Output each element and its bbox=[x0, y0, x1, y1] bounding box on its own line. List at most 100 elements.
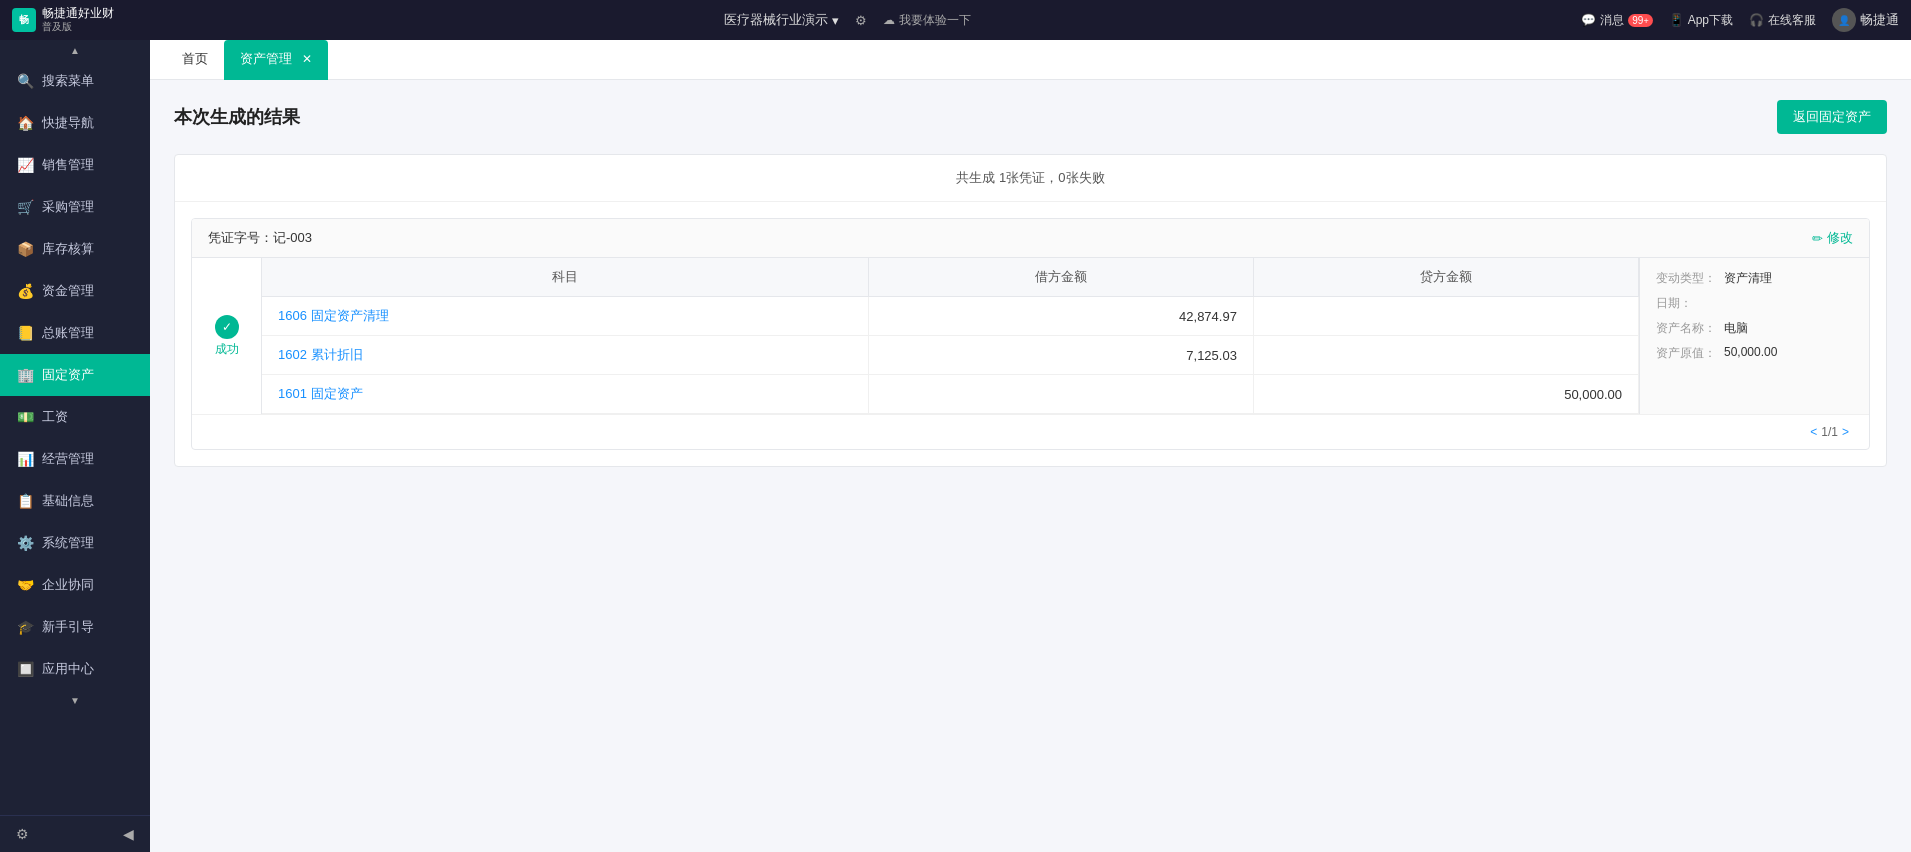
logo-area: 畅 畅捷通好业财 普及版 bbox=[12, 6, 114, 34]
logo-sub: 普及版 bbox=[42, 20, 114, 34]
sidebar-item-sales[interactable]: 📈 销售管理 bbox=[0, 144, 150, 186]
row3-credit: 50,000.00 bbox=[1253, 375, 1638, 414]
sales-icon: 📈 bbox=[16, 156, 34, 174]
tab-home-label: 首页 bbox=[182, 50, 208, 68]
tab-home[interactable]: 首页 bbox=[166, 40, 224, 80]
sidebar-item-payroll[interactable]: 💵 工资 bbox=[0, 396, 150, 438]
row1-debit: 42,874.97 bbox=[868, 297, 1253, 336]
row2-debit: 7,125.03 bbox=[868, 336, 1253, 375]
date-label: 日期： bbox=[1656, 295, 1692, 312]
app-download-action[interactable]: 📱 App下载 bbox=[1669, 12, 1733, 29]
experience-button[interactable]: ☁ 我要体验一下 bbox=[883, 12, 971, 29]
dropdown-icon: ▾ bbox=[832, 13, 839, 28]
finance-icon: 💰 bbox=[16, 282, 34, 300]
sidebar-item-label: 工资 bbox=[42, 408, 68, 426]
return-button[interactable]: 返回固定资产 bbox=[1777, 100, 1887, 134]
sidebar-item-label: 搜索菜单 bbox=[42, 72, 94, 90]
sidebar-item-search[interactable]: 🔍 搜索菜单 bbox=[0, 60, 150, 102]
user-area[interactable]: 👤 畅捷通 bbox=[1832, 8, 1899, 32]
header-right: 💬 消息 99+ 📱 App下载 🎧 在线客服 👤 畅捷通 bbox=[1581, 8, 1899, 32]
next-page-button[interactable]: > bbox=[1842, 425, 1849, 439]
online-service-label: 在线客服 bbox=[1768, 12, 1816, 29]
settings-icon[interactable]: ⚙ bbox=[847, 6, 875, 34]
sidebar-scroll-up[interactable]: ▲ bbox=[0, 40, 150, 60]
row3-debit bbox=[868, 375, 1253, 414]
collab-icon: 🤝 bbox=[16, 576, 34, 594]
fixed-assets-icon: 🏢 bbox=[16, 366, 34, 384]
prev-page-button[interactable]: < bbox=[1810, 425, 1817, 439]
message-action[interactable]: 💬 消息 99+ bbox=[1581, 12, 1652, 29]
sidebar-item-finance[interactable]: 💰 资金管理 bbox=[0, 270, 150, 312]
original-value-value: 50,000.00 bbox=[1724, 345, 1777, 362]
sidebar-item-purchase[interactable]: 🛒 采购管理 bbox=[0, 186, 150, 228]
sidebar-item-label: 固定资产 bbox=[42, 366, 94, 384]
sidebar-item-system[interactable]: ⚙️ 系统管理 bbox=[0, 522, 150, 564]
sidebar-item-ledger[interactable]: 📒 总账管理 bbox=[0, 312, 150, 354]
original-value-row: 资产原值： 50,000.00 bbox=[1656, 345, 1853, 362]
page-info: 1/1 bbox=[1821, 425, 1838, 439]
cloud-icon: ☁ bbox=[883, 13, 895, 27]
sidebar-item-label: 资金管理 bbox=[42, 282, 94, 300]
logo-icon: 畅 bbox=[12, 8, 36, 32]
col-subject: 科目 bbox=[262, 258, 868, 297]
voucher-table: 科目 借方金额 贷方金额 1606 固定资产清理 42,874.97 bbox=[262, 258, 1639, 414]
tab-asset-mgmt-label: 资产管理 bbox=[240, 50, 292, 68]
sidebar-item-guide[interactable]: 🎓 新手引导 bbox=[0, 606, 150, 648]
sidebar: ▲ 🔍 搜索菜单 🏠 快捷导航 📈 销售管理 🛒 采购管理 📦 库存核算 💰 资… bbox=[0, 40, 150, 852]
sidebar-item-quick-nav[interactable]: 🏠 快捷导航 bbox=[0, 102, 150, 144]
date-row: 日期： bbox=[1656, 295, 1853, 312]
change-type-row: 变动类型： 资产清理 bbox=[1656, 270, 1853, 287]
row1-credit bbox=[1253, 297, 1638, 336]
guide-icon: 🎓 bbox=[16, 618, 34, 636]
sidebar-item-fixed-assets[interactable]: 🏢 固定资产 bbox=[0, 354, 150, 396]
sidebar-item-corp-collab[interactable]: 🤝 企业协同 bbox=[0, 564, 150, 606]
top-header: 畅 畅捷通好业财 普及版 医疗器械行业演示 ▾ ⚙ ☁ 我要体验一下 💬 消息 … bbox=[0, 0, 1911, 40]
edit-button[interactable]: ✏ 修改 bbox=[1812, 229, 1853, 247]
sidebar-item-label: 新手引导 bbox=[42, 618, 94, 636]
online-service-action[interactable]: 🎧 在线客服 bbox=[1749, 12, 1816, 29]
status-column: ✓ 成功 bbox=[192, 258, 262, 414]
app-center-icon: 🔲 bbox=[16, 660, 34, 678]
logo-text: 畅捷通好业财 bbox=[42, 6, 114, 20]
sidebar-item-basic[interactable]: 📋 基础信息 bbox=[0, 480, 150, 522]
experience-label: 我要体验一下 bbox=[899, 12, 971, 29]
basic-icon: 📋 bbox=[16, 492, 34, 510]
sidebar-settings-icon[interactable]: ⚙ bbox=[16, 826, 29, 842]
sidebar-item-app-center[interactable]: 🔲 应用中心 bbox=[0, 648, 150, 690]
asset-name-value: 电脑 bbox=[1724, 320, 1748, 337]
original-value-label: 资产原值： bbox=[1656, 345, 1716, 362]
avatar: 👤 bbox=[1832, 8, 1856, 32]
tab-bar: 首页 资产管理 ✕ bbox=[150, 40, 1911, 80]
row2-subject: 1602 累计折旧 bbox=[262, 336, 868, 375]
sidebar-bottom: ⚙ ◀ bbox=[0, 815, 150, 852]
change-type-label: 变动类型： bbox=[1656, 270, 1716, 287]
message-label: 消息 bbox=[1600, 12, 1624, 29]
tab-close-icon[interactable]: ✕ bbox=[302, 52, 312, 66]
sidebar-item-label: 企业协同 bbox=[42, 576, 94, 594]
page-content: 本次生成的结果 返回固定资产 共生成 1张凭证，0张失败 凭证字号：记-003 … bbox=[150, 80, 1911, 852]
headset-icon: 🎧 bbox=[1749, 13, 1764, 27]
sidebar-item-label: 总账管理 bbox=[42, 324, 94, 342]
voucher-number: 凭证字号：记-003 bbox=[208, 229, 312, 247]
ops-icon: 📊 bbox=[16, 450, 34, 468]
status-label: 成功 bbox=[215, 341, 239, 358]
header-left: 畅 畅捷通好业财 普及版 bbox=[12, 6, 114, 34]
sidebar-scroll-down[interactable]: ▼ bbox=[0, 690, 150, 710]
sidebar-collapse-icon[interactable]: ◀ bbox=[123, 826, 134, 842]
sidebar-item-label: 库存核算 bbox=[42, 240, 94, 258]
change-type-value: 资产清理 bbox=[1724, 270, 1772, 287]
success-checkmark-icon: ✓ bbox=[215, 315, 239, 339]
edit-label: 修改 bbox=[1827, 229, 1853, 247]
page-title: 本次生成的结果 bbox=[174, 105, 300, 129]
sidebar-item-ops[interactable]: 📊 经营管理 bbox=[0, 438, 150, 480]
username: 畅捷通 bbox=[1860, 11, 1899, 29]
home-icon: 🏠 bbox=[16, 114, 34, 132]
pagination: < 1/1 > bbox=[192, 414, 1869, 449]
tab-asset-mgmt[interactable]: 资产管理 ✕ bbox=[224, 40, 328, 80]
sidebar-item-inventory[interactable]: 📦 库存核算 bbox=[0, 228, 150, 270]
edit-icon: ✏ bbox=[1812, 231, 1823, 246]
row3-subject: 1601 固定资产 bbox=[262, 375, 868, 414]
page-header-row: 本次生成的结果 返回固定资产 bbox=[174, 100, 1887, 134]
company-selector[interactable]: 医疗器械行业演示 ▾ bbox=[724, 11, 839, 29]
sidebar-item-label: 快捷导航 bbox=[42, 114, 94, 132]
